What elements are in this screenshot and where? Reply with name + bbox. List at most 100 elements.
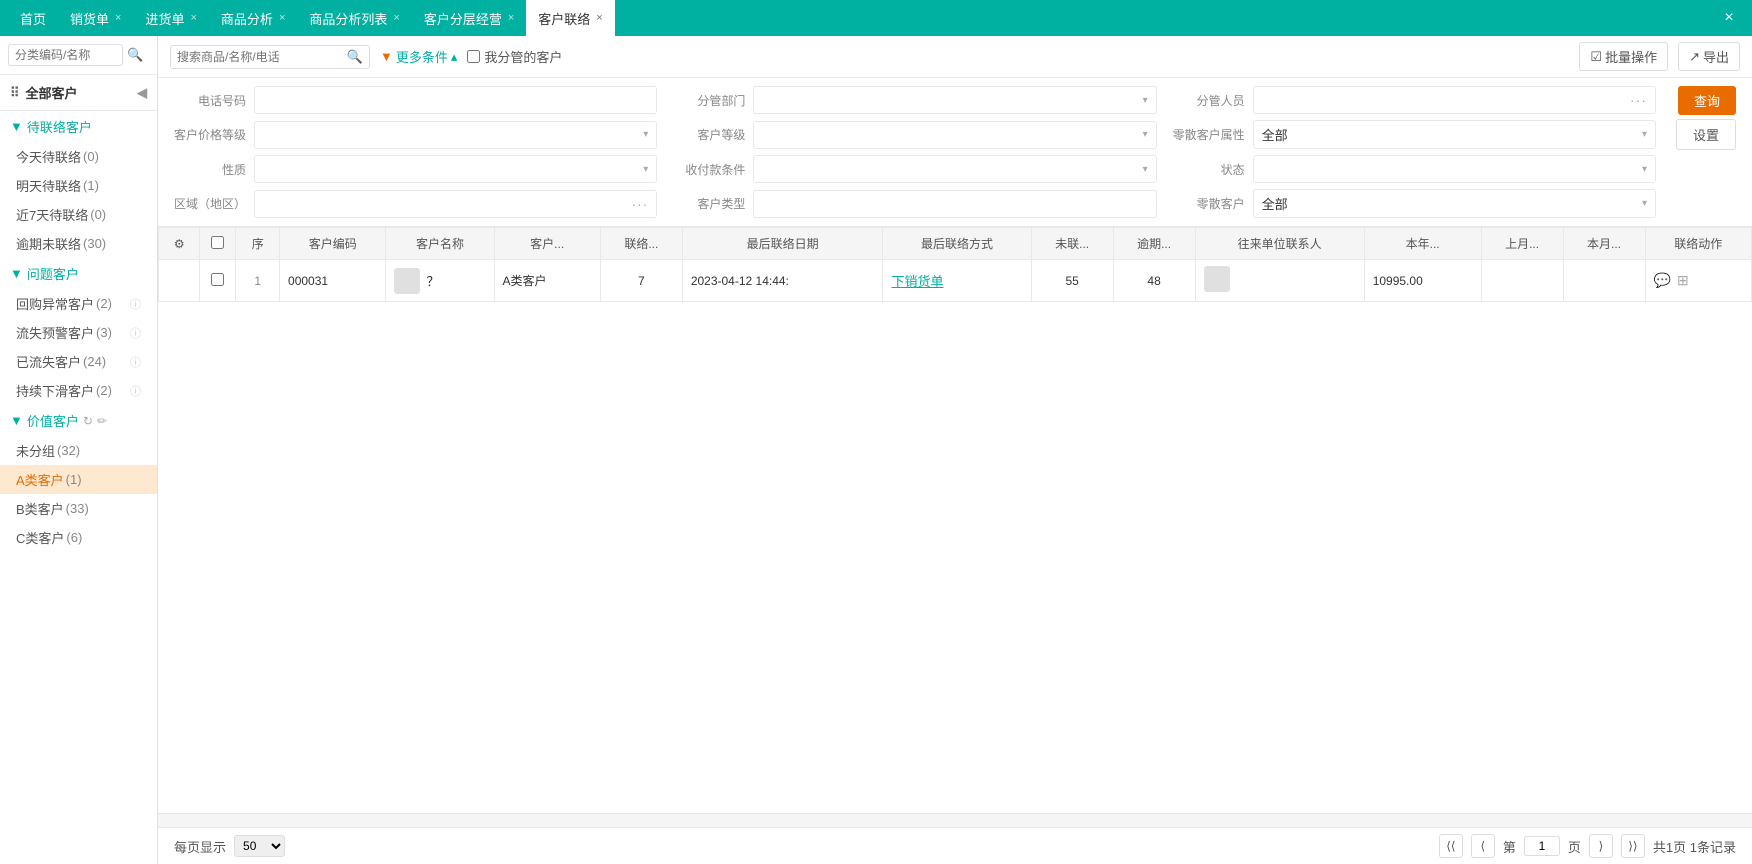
sidebar-item-tomorrow[interactable]: 明天待联络 (1) <box>0 171 157 200</box>
sidebar-item-a-class[interactable]: A类客户 (1) <box>0 465 157 494</box>
nav-home[interactable]: 首页 <box>8 0 58 36</box>
last-page-button[interactable]: ⟩⟩ <box>1621 834 1645 858</box>
filter-input-price-level[interactable]: ▾ <box>254 121 657 149</box>
next-page-button[interactable]: ⟩ <box>1589 834 1613 858</box>
nav-purchase[interactable]: 进货单 × <box>133 0 208 36</box>
filter-label-price-level: 客户价格等级 <box>174 126 254 143</box>
filter-input-level[interactable]: ▾ <box>753 121 1156 149</box>
region-dots-icon: ··· <box>631 196 648 212</box>
refresh-icon[interactable]: ↻ <box>83 414 93 428</box>
last-method-link[interactable]: 下销货单 <box>891 274 943 289</box>
my-customers-checkbox[interactable] <box>467 50 480 63</box>
nav-customer-contact[interactable]: 客户联络 × <box>526 0 614 36</box>
window-close-button[interactable]: × <box>1714 3 1744 33</box>
filter-label-nature: 性质 <box>174 161 254 178</box>
nav-customer-segment-close[interactable]: × <box>508 12 514 24</box>
nav-product-analysis-list[interactable]: 商品分析列表 × <box>297 0 411 36</box>
filter-label-payment: 收付款条件 <box>673 161 753 178</box>
prev-page-button[interactable]: ⟨ <box>1471 834 1495 858</box>
sidebar-item-declining[interactable]: 持续下滑客户 (2) ⓘ <box>0 376 157 405</box>
row-check[interactable] <box>200 260 236 302</box>
filter-cell-retail: 零散客户 全部 ▾ <box>1173 189 1656 218</box>
row-contact: 7 <box>600 260 682 302</box>
horizontal-scrollbar[interactable] <box>158 813 1752 827</box>
sidebar-item-c-class[interactable]: C类客户 (6) <box>0 523 157 552</box>
action-more-icon[interactable]: ⊞ <box>1677 272 1689 289</box>
pending-group-title[interactable]: ▼ 待联络客户 <box>0 111 157 142</box>
more-filters-button[interactable]: ▼ 更多条件 ▴ <box>380 47 457 66</box>
col-this-month: 本月... <box>1563 228 1645 260</box>
nav-product-analysis[interactable]: 商品分析 × <box>209 0 297 36</box>
filter-input-region[interactable]: ··· <box>254 190 657 218</box>
filter-search-box[interactable]: 🔍 <box>170 45 370 69</box>
data-table: ⚙ 序 客户编码 客户名称 客户... 联络... 最后联络日期 最后联络方式 … <box>158 227 1752 302</box>
page-number-input[interactable] <box>1524 836 1560 856</box>
sidebar-item-repurchase-anomaly[interactable]: 回购异常客户 (2) ⓘ <box>0 289 157 318</box>
filter-bar: 🔍 ▼ 更多条件 ▴ 我分管的客户 ☑ 批量操作 ↗ 导出 <box>158 36 1752 78</box>
filter-search-input[interactable] <box>177 50 347 64</box>
sidebar-search-input[interactable] <box>8 44 123 66</box>
nav-sales-close[interactable]: × <box>115 12 121 24</box>
nav-customer-contact-close[interactable]: × <box>596 12 602 24</box>
filter-search-icon[interactable]: 🔍 <box>347 49 363 65</box>
set-button[interactable]: 设置 <box>1676 119 1736 150</box>
col-last-method: 最后联络方式 <box>883 228 1031 260</box>
sidebar-search-icon[interactable]: 🔍 <box>127 47 143 63</box>
filter-input-dept[interactable]: ▾ <box>753 86 1156 114</box>
sidebar: 🔍 ⠿ 全部客户 ◀ ▼ 待联络客户 今天待联络 (0) 明天待联络 (1) 近… <box>0 36 158 864</box>
edit-icon[interactable]: ✏ <box>97 414 107 428</box>
sidebar-all-customers[interactable]: ⠿ 全部客户 ◀ <box>0 75 157 111</box>
filter-label-retail-attr: 零散客户属性 <box>1173 126 1253 143</box>
row-checkbox[interactable] <box>211 273 224 286</box>
filter-input-payment[interactable]: ▾ <box>753 155 1156 183</box>
per-page-select[interactable]: 50 100 <box>234 835 285 857</box>
col-last-date: 最后联络日期 <box>682 228 883 260</box>
action-chat-icon[interactable]: 💬 <box>1654 272 1671 289</box>
select-all-checkbox[interactable] <box>211 236 224 249</box>
table-body: 1 000031 ？ A类客户 7 2023-04-12 14:44: 下销货单… <box>159 260 1752 302</box>
filter-input-phone[interactable] <box>254 86 657 114</box>
col-type: 客户... <box>494 228 600 260</box>
query-button[interactable]: 查询 <box>1678 86 1736 115</box>
pending-group: ▼ 待联络客户 今天待联络 (0) 明天待联络 (1) 近7天待联络 (0) 逾… <box>0 111 157 258</box>
sidebar-item-unclassified[interactable]: 未分组 (32) <box>0 436 157 465</box>
row-last-method[interactable]: 下销货单 <box>883 260 1031 302</box>
filter-input-retail-attr[interactable]: 全部 ▾ <box>1253 120 1656 149</box>
filter-input-retail[interactable]: 全部 ▾ <box>1253 189 1656 218</box>
filter-cell-phone: 电话号码 <box>174 86 657 114</box>
filter-cell-status: 状态 ▾ <box>1173 155 1656 183</box>
sidebar-collapse-icon[interactable]: ◀ <box>137 85 147 101</box>
sidebar-item-7days[interactable]: 近7天待联络 (0) <box>0 200 157 229</box>
col-overdue: 逾期... <box>1113 228 1195 260</box>
nav-product-analysis-close[interactable]: × <box>279 12 285 24</box>
col-seq: 序 <box>236 228 280 260</box>
filter-cell-payment: 收付款条件 ▾ <box>673 155 1156 183</box>
sidebar-item-churned[interactable]: 已流失客户 (24) ⓘ <box>0 347 157 376</box>
col-check[interactable] <box>200 228 236 260</box>
sidebar-item-today[interactable]: 今天待联络 (0) <box>0 142 157 171</box>
problem-group-title[interactable]: ▼ 问题客户 <box>0 258 157 289</box>
filter-cell-type: 客户类型 <box>673 190 1156 218</box>
filter-input-nature[interactable]: ▾ <box>254 155 657 183</box>
filter-input-type[interactable] <box>753 190 1156 218</box>
col-gear[interactable]: ⚙ <box>159 228 200 260</box>
nav-product-analysis-list-close[interactable]: × <box>393 12 399 24</box>
nav-sales[interactable]: 销货单 × <box>58 0 133 36</box>
status-caret-icon: ▾ <box>1642 164 1647 175</box>
filter-input-person[interactable]: ··· <box>1253 86 1656 114</box>
batch-op-button[interactable]: ☑ 批量操作 <box>1579 42 1668 71</box>
first-page-button[interactable]: ⟨⟨ <box>1439 834 1463 858</box>
value-group-title[interactable]: ▼ 价值客户 ↻ ✏ <box>0 405 157 436</box>
filter-input-status[interactable]: ▾ <box>1253 155 1656 183</box>
sidebar-item-b-class[interactable]: B类客户 (33) <box>0 494 157 523</box>
adv-filter-row-2: 客户价格等级 ▾ 客户等级 ▾ <box>174 120 1656 149</box>
sidebar-item-overdue[interactable]: 逾期未联络 (30) <box>0 229 157 258</box>
row-contacts <box>1195 260 1364 302</box>
export-button[interactable]: ↗ 导出 <box>1678 42 1740 71</box>
nav-purchase-close[interactable]: × <box>190 12 196 24</box>
nav-customer-segment[interactable]: 客户分层经营 × <box>412 0 526 36</box>
problem-group: ▼ 问题客户 回购异常客户 (2) ⓘ 流失预警客户 (3) ⓘ 已流失客户 (… <box>0 258 157 405</box>
page-label: 第 <box>1503 837 1516 856</box>
page-suffix: 页 <box>1568 837 1581 856</box>
sidebar-item-churn-warning[interactable]: 流失预警客户 (3) ⓘ <box>0 318 157 347</box>
